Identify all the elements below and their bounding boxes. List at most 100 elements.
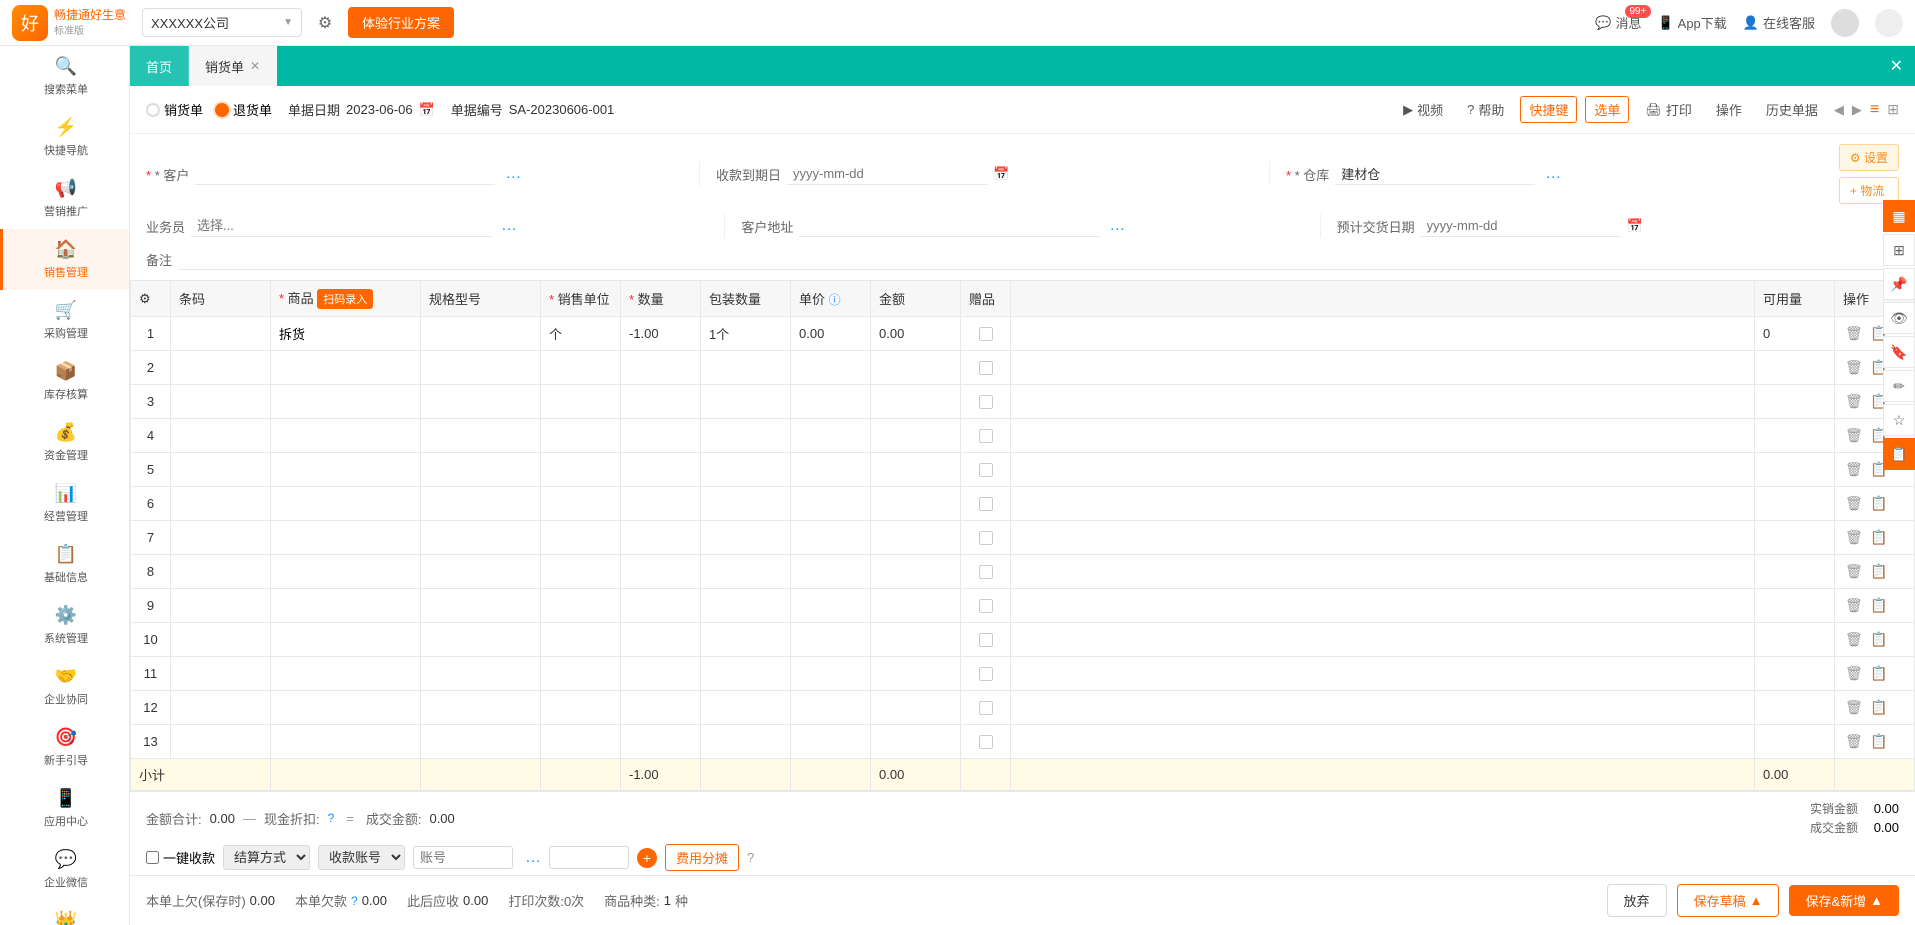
row-barcode[interactable]: [171, 691, 271, 725]
gift-checkbox[interactable]: [979, 599, 993, 613]
trial-button[interactable]: 体验行业方案: [348, 7, 454, 38]
row-qty[interactable]: [621, 385, 701, 419]
row-product[interactable]: [271, 419, 421, 453]
row-qty[interactable]: [621, 623, 701, 657]
row-price[interactable]: [791, 453, 871, 487]
delete-row-btn[interactable]: 🗑: [1843, 527, 1865, 548]
float-grid-small-btn[interactable]: ⊞: [1883, 234, 1915, 266]
delete-row-btn[interactable]: 🗑: [1843, 629, 1865, 650]
row-barcode[interactable]: [171, 453, 271, 487]
row-barcode[interactable]: [171, 487, 271, 521]
radio-return[interactable]: 退货单: [215, 100, 272, 119]
discard-btn[interactable]: 放弃: [1607, 884, 1667, 917]
row-qty[interactable]: [621, 725, 701, 759]
delete-row-btn[interactable]: 🗑: [1843, 493, 1865, 514]
row-barcode[interactable]: [171, 521, 271, 555]
row-price[interactable]: [791, 419, 871, 453]
float-edit-btn[interactable]: ✏: [1883, 370, 1915, 402]
save-new-btn[interactable]: 保存&新增 ▲: [1789, 885, 1899, 916]
gift-checkbox[interactable]: [979, 667, 993, 681]
row-spec[interactable]: [421, 317, 541, 351]
float-orange-btn[interactable]: 📋: [1883, 438, 1915, 470]
shortcut-btn[interactable]: 快捷键: [1520, 96, 1577, 123]
row-barcode[interactable]: [171, 589, 271, 623]
row-spec[interactable]: [421, 385, 541, 419]
radio-sales[interactable]: 销货单: [146, 100, 203, 119]
notes-input[interactable]: [178, 248, 1899, 270]
float-star-btn[interactable]: ☆: [1883, 404, 1915, 436]
row-price[interactable]: [791, 385, 871, 419]
row-price[interactable]: [791, 351, 871, 385]
row-barcode[interactable]: [171, 317, 271, 351]
close-all-tabs-btn[interactable]: ✕: [1890, 56, 1903, 76]
row-barcode[interactable]: [171, 385, 271, 419]
print-btn[interactable]: 🖨 打印: [1637, 97, 1700, 122]
row-spec[interactable]: [421, 521, 541, 555]
row-product[interactable]: [271, 487, 421, 521]
account-picker-icon[interactable]: …: [525, 849, 541, 867]
row-product[interactable]: [271, 555, 421, 589]
row-qty[interactable]: [621, 657, 701, 691]
delete-row-btn[interactable]: 🗑: [1843, 459, 1865, 480]
sidebar-item-inventory[interactable]: 📦 库存核算: [0, 351, 129, 412]
expense-btn[interactable]: 费用分摊: [665, 844, 739, 871]
pick-btn[interactable]: 选单: [1585, 96, 1629, 123]
customer-picker-icon[interactable]: …: [505, 165, 521, 183]
row-barcode[interactable]: [171, 725, 271, 759]
float-bookmark-btn[interactable]: 🔖: [1883, 336, 1915, 368]
view-list-icon[interactable]: ≡: [1870, 101, 1879, 119]
row-product[interactable]: [271, 623, 421, 657]
calc-method-select[interactable]: 结算方式: [223, 845, 310, 870]
expected-date-input[interactable]: [1421, 215, 1621, 237]
copy-row-btn[interactable]: 📋: [1868, 663, 1889, 684]
gift-checkbox[interactable]: [979, 497, 993, 511]
company-selector[interactable]: XXXXXX公司 ▼: [142, 8, 302, 37]
row-barcode[interactable]: [171, 623, 271, 657]
scan-btn[interactable]: 扫码录入: [317, 289, 373, 309]
row-qty[interactable]: [621, 589, 701, 623]
row-price[interactable]: 0.00: [791, 317, 871, 351]
sidebar-item-guide[interactable]: 🎯 新手引导: [0, 717, 129, 778]
tab-close-icon[interactable]: ✕: [250, 59, 260, 73]
copy-row-btn[interactable]: 📋: [1868, 493, 1889, 514]
add-payment-btn[interactable]: +: [637, 848, 657, 868]
row-qty[interactable]: [621, 453, 701, 487]
one-click-payment-checkbox[interactable]: 一键收款: [146, 848, 215, 867]
row-product[interactable]: [271, 385, 421, 419]
row-qty[interactable]: [621, 691, 701, 725]
row-price[interactable]: [791, 521, 871, 555]
row-product[interactable]: [271, 521, 421, 555]
copy-row-btn[interactable]: 📋: [1868, 697, 1889, 718]
row-qty[interactable]: [621, 555, 701, 589]
row-product[interactable]: [271, 453, 421, 487]
online-service-btn[interactable]: 👤 在线客服: [1743, 13, 1815, 32]
row-barcode[interactable]: [171, 657, 271, 691]
copy-row-btn[interactable]: 📋: [1868, 731, 1889, 752]
sidebar-item-finance[interactable]: 💰 资金管理: [0, 412, 129, 473]
delete-row-btn[interactable]: 🗑: [1843, 561, 1865, 582]
row-spec[interactable]: [421, 589, 541, 623]
sidebar-item-basic[interactable]: 📋 基础信息: [0, 534, 129, 595]
debt-info-icon[interactable]: ?: [351, 894, 358, 908]
row-product[interactable]: [271, 317, 421, 351]
row-price[interactable]: [791, 691, 871, 725]
th-settings[interactable]: ⚙: [131, 281, 171, 317]
gift-checkbox[interactable]: [979, 735, 993, 749]
float-pin-btn[interactable]: 📌: [1883, 268, 1915, 300]
warehouse-input[interactable]: [1335, 163, 1535, 185]
operate-btn[interactable]: 操作: [1708, 97, 1750, 122]
app-download-btn[interactable]: 📱 App下载: [1657, 13, 1726, 32]
row-product[interactable]: [271, 691, 421, 725]
receipt-date-calendar-icon[interactable]: 📅: [993, 166, 1009, 182]
copy-row-btn[interactable]: 📋: [1868, 527, 1889, 548]
sidebar-item-wechat[interactable]: 💬 企业微信: [0, 839, 129, 900]
gift-checkbox[interactable]: [979, 395, 993, 409]
row-qty[interactable]: [621, 351, 701, 385]
sidebar-item-member[interactable]: 👑 畅会员: [0, 900, 129, 925]
gift-checkbox[interactable]: [979, 565, 993, 579]
delete-row-btn[interactable]: 🗑: [1843, 425, 1865, 446]
sidebar-item-marketing[interactable]: 📢 营销推广: [0, 168, 129, 229]
sidebar-item-quick-nav[interactable]: ⚡ 快捷导航: [0, 107, 129, 168]
video-btn[interactable]: ▶ 视频: [1395, 97, 1451, 122]
gift-checkbox[interactable]: [979, 531, 993, 545]
